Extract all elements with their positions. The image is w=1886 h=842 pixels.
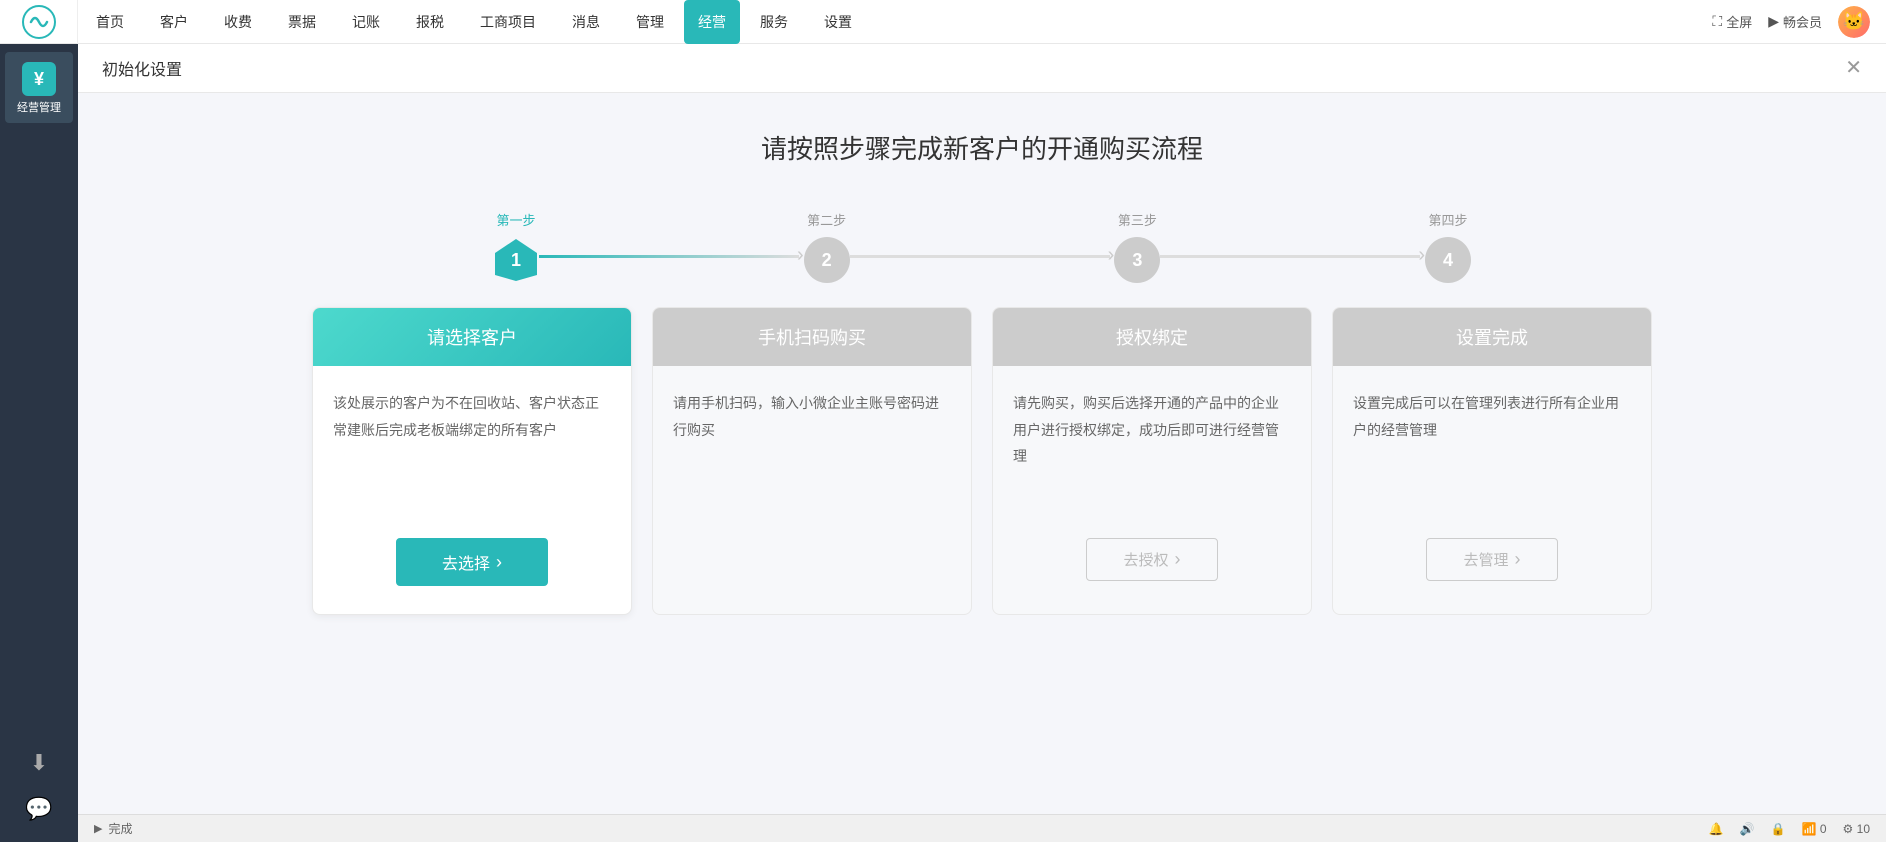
- nav-item-home[interactable]: 首页: [78, 0, 142, 44]
- card-2-header: 手机扫码购买: [653, 308, 971, 366]
- card-3: 授权绑定 请先购买，购买后选择开通的产品中的企业用户进行授权绑定，成功后即可进行…: [992, 307, 1312, 615]
- nav-item-message[interactable]: 消息: [554, 0, 618, 44]
- status-bar: ▶ 完成 🔔 🔊 🔒 📶 0 ⚙ 10: [78, 814, 1886, 842]
- inner-content: 请按照步骤完成新客户的开通购买流程 第一步 1 ›: [78, 93, 1886, 814]
- content-panel: 初始化设置 ✕ 请按照步骤完成新客户的开通购买流程 第一步 1: [78, 44, 1886, 842]
- card-4-footer: 去管理 ›: [1333, 526, 1651, 609]
- step-4-circle: 4: [1425, 237, 1471, 283]
- go-manage-button[interactable]: 去管理 ›: [1426, 538, 1557, 581]
- card-2-footer: [653, 526, 971, 566]
- nav-item-customer[interactable]: 客户: [142, 0, 206, 44]
- fullscreen-icon: ⛶: [1712, 13, 1722, 30]
- step-3: 第三步 3: [1114, 210, 1160, 283]
- connector-2-3: ›: [850, 246, 1115, 267]
- card-3-body: 请先购买，购买后选择开通的产品中的企业用户进行授权绑定，成功后即可进行经营管理: [993, 366, 1311, 526]
- status-text: 完成: [108, 820, 132, 837]
- steps-row: 第一步 1 › 第二步 2: [138, 210, 1826, 283]
- nav-item-fee[interactable]: 收费: [206, 0, 270, 44]
- nav-item-bill[interactable]: 票据: [270, 0, 334, 44]
- sound-icon: 🔊: [1740, 822, 1755, 836]
- step-1-circle: 1: [493, 237, 539, 283]
- nav-right: ⛶ 全屏 ▶ 畅会员 🐱: [1712, 6, 1886, 38]
- step-2: 第二步 2: [804, 210, 850, 283]
- page-title: 初始化设置: [102, 56, 182, 80]
- step-2-label: 第二步: [807, 210, 846, 229]
- go-authorize-button[interactable]: 去授权 ›: [1086, 538, 1217, 581]
- gear-icon: ⚙ 10: [1843, 822, 1870, 836]
- arrow-right-icon-4: ›: [1515, 549, 1521, 570]
- avatar[interactable]: 🐱: [1838, 6, 1870, 38]
- card-3-footer: 去授权 ›: [993, 526, 1311, 609]
- cards-row: 请选择客户 该处展示的客户为不在回收站、客户状态正常建账后完成老板端绑定的所有客…: [138, 307, 1826, 615]
- nav-item-tax[interactable]: 报税: [398, 0, 462, 44]
- sidebar: ¥ 经营管理 ⬇ 💬: [0, 44, 78, 842]
- signal-text: 📶 0: [1802, 822, 1827, 836]
- nav-items: 首页 客户 收费 票据 记账 报税 工商项目 消息 管理 经营 服务: [78, 0, 1712, 44]
- lock-icon: 🔒: [1771, 822, 1786, 836]
- card-1-body: 该处展示的客户为不在回收站、客户状态正常建账后完成老板端绑定的所有客户: [313, 366, 631, 526]
- step-1-label: 第一步: [496, 210, 535, 229]
- arrow-right-icon: ›: [496, 552, 502, 573]
- svg-text:1: 1: [511, 250, 521, 270]
- card-4-header: 设置完成: [1333, 308, 1651, 366]
- connector-3-4: ›: [1160, 246, 1425, 267]
- nav-item-business[interactable]: 工商项目: [462, 0, 554, 44]
- step-4-label: 第四步: [1428, 210, 1467, 229]
- step-3-circle: 3: [1114, 237, 1160, 283]
- status-bar-right: 🔔 🔊 🔒 📶 0 ⚙ 10: [1709, 822, 1870, 836]
- play-icon: ▶: [1768, 13, 1779, 30]
- shield-icon: 🔔: [1709, 822, 1724, 836]
- step-2-circle: 2: [804, 237, 850, 283]
- member-btn[interactable]: ▶ 畅会员: [1768, 12, 1822, 31]
- card-1-header: 请选择客户: [313, 308, 631, 366]
- card-1-footer: 去选择 ›: [313, 526, 631, 614]
- nav-item-setting[interactable]: 设置: [806, 0, 870, 44]
- connector-1-2: ›: [539, 246, 804, 267]
- nav-item-operation[interactable]: 经营: [684, 0, 740, 44]
- logo: [0, 0, 78, 44]
- fullscreen-btn[interactable]: ⛶ 全屏: [1712, 12, 1752, 31]
- main-layout: ¥ 经营管理 ⬇ 💬 初始化设置 ✕ 请按照步骤完成新客户的开通购买流程 第一步: [0, 44, 1886, 842]
- arrow-right-icon-3: ›: [1175, 549, 1181, 570]
- download-icon[interactable]: ⬇: [30, 750, 48, 776]
- close-btn[interactable]: ✕: [1845, 58, 1862, 78]
- go-select-button[interactable]: 去选择 ›: [396, 538, 548, 586]
- card-1: 请选择客户 该处展示的客户为不在回收站、客户状态正常建账后完成老板端绑定的所有客…: [312, 307, 632, 615]
- main-heading: 请按照步骤完成新客户的开通购买流程: [138, 129, 1826, 166]
- nav-item-account[interactable]: 记账: [334, 0, 398, 44]
- card-4: 设置完成 设置完成后可以在管理列表进行所有企业用户的经营管理 去管理 ›: [1332, 307, 1652, 615]
- page-header: 初始化设置 ✕: [78, 44, 1886, 93]
- card-2: 手机扫码购买 请用手机扫码，输入小微企业主账号密码进行购买: [652, 307, 972, 615]
- nav-item-service[interactable]: 服务: [742, 0, 806, 44]
- sidebar-bottom: ⬇ 💬: [25, 750, 52, 822]
- step-4: 第四步 4: [1425, 210, 1471, 283]
- card-2-body: 请用手机扫码，输入小微企业主账号密码进行购买: [653, 366, 971, 526]
- yuan-icon: ¥: [22, 62, 56, 96]
- top-nav: 首页 客户 收费 票据 记账 报税 工商项目 消息 管理 经营 服务: [0, 0, 1886, 44]
- card-4-body: 设置完成后可以在管理列表进行所有企业用户的经营管理: [1333, 366, 1651, 526]
- step-3-label: 第三步: [1118, 210, 1157, 229]
- chat-icon[interactable]: 💬: [25, 796, 52, 822]
- card-3-header: 授权绑定: [993, 308, 1311, 366]
- step-1: 第一步 1: [493, 210, 539, 283]
- sidebar-item-operation[interactable]: ¥ 经营管理: [5, 52, 73, 123]
- play-status-icon: ▶: [94, 822, 102, 835]
- nav-item-manage[interactable]: 管理: [618, 0, 682, 44]
